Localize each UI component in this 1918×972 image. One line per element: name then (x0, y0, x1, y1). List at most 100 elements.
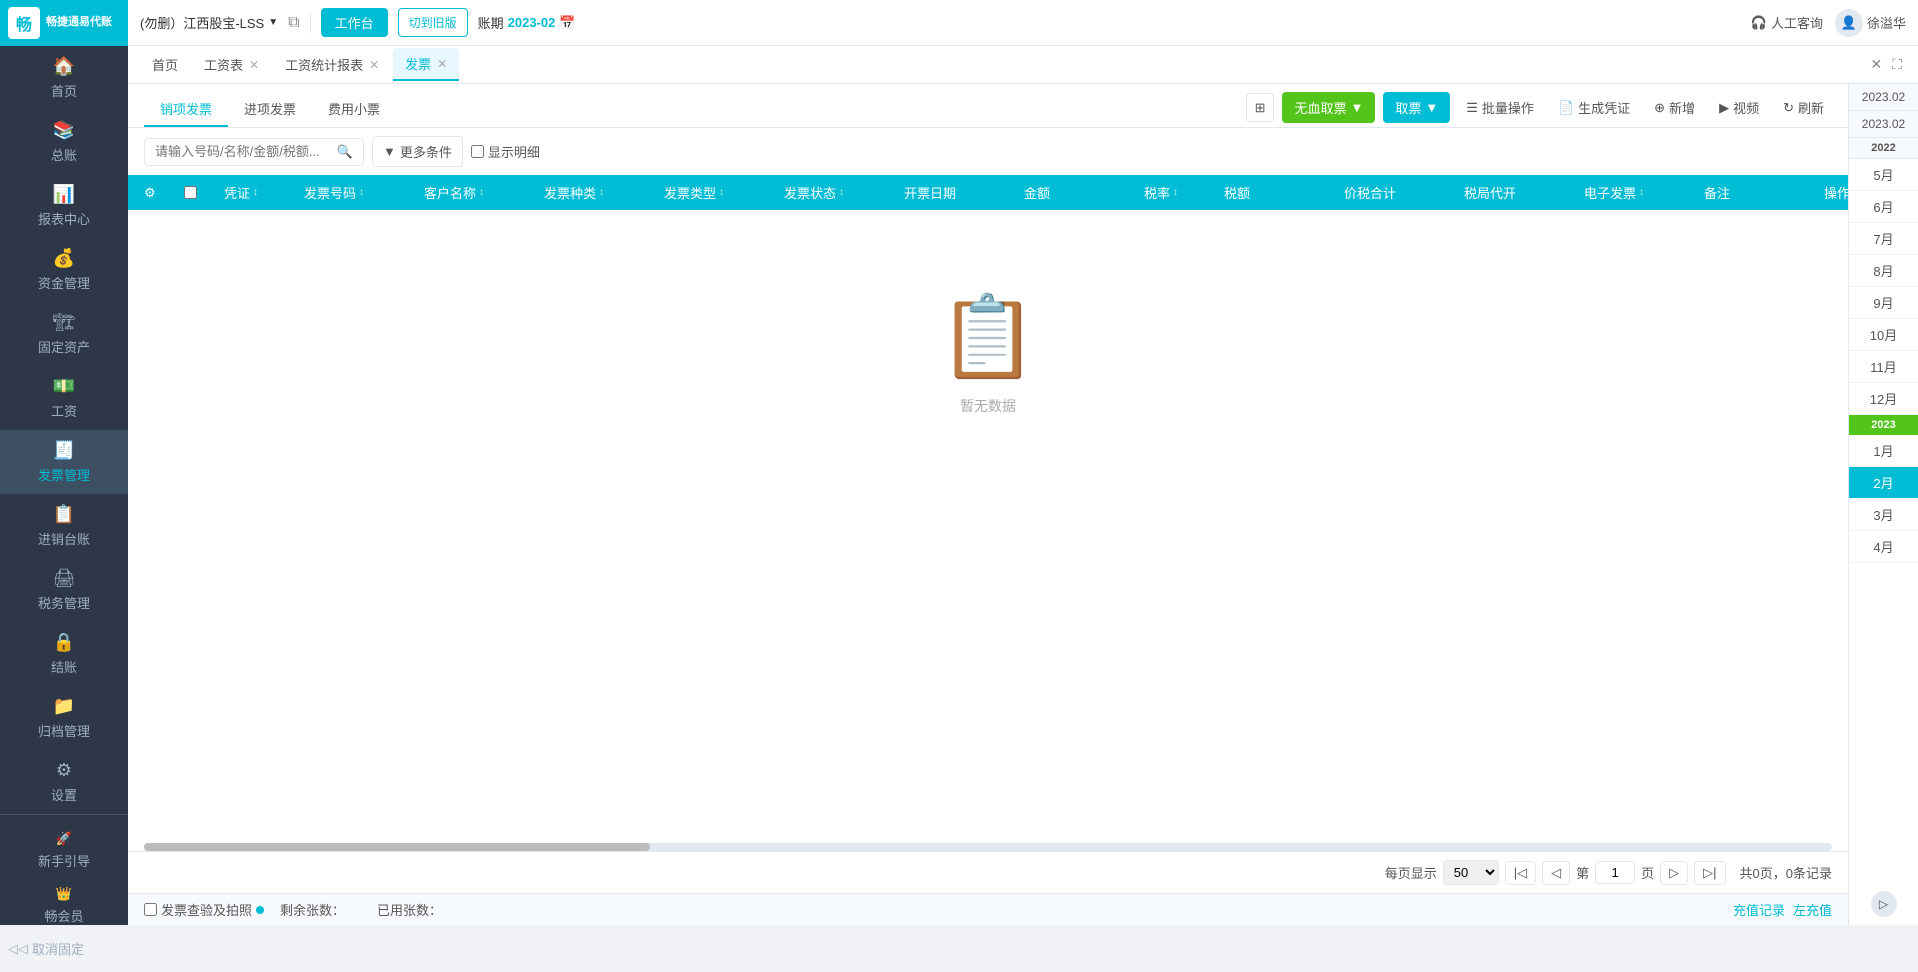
batch-ops-label: 批量操作 (1482, 98, 1534, 117)
support-link[interactable]: 🎧 人工客询 (1751, 13, 1823, 32)
sidebar-item-sales-ledger[interactable]: 📋 进销台账 (0, 494, 128, 558)
copy-icon[interactable]: ⧉ (288, 14, 299, 32)
tab-salary-label: 工资表 (204, 55, 243, 74)
used-label: 已用张数： (377, 900, 442, 919)
period-2023-1[interactable]: 1月 (1849, 435, 1918, 467)
salary-icon: 💵 (53, 376, 75, 397)
first-page-btn[interactable]: |◁ (1505, 861, 1536, 885)
tab-salary-stats[interactable]: 工资统计报表 ✕ (273, 49, 391, 80)
sidebar-item-archive[interactable]: 📁 归档管理 (0, 686, 128, 750)
col-tax-rate[interactable]: 税率 ↕ (1140, 183, 1220, 202)
period-12[interactable]: 12月 (1849, 383, 1918, 415)
table-scrollbar-thumb[interactable] (144, 843, 650, 851)
select-all-checkbox[interactable] (184, 186, 197, 199)
col-tax: 税额 (1220, 183, 1340, 202)
user-menu[interactable]: 👤 徐溢华 (1835, 9, 1906, 37)
calendar-icon[interactable]: 📅 (559, 15, 575, 31)
expand-panel-btn[interactable]: ⛶ (1888, 54, 1906, 75)
col-checkbox[interactable] (180, 186, 220, 199)
grid-view-button[interactable]: ⊞ (1246, 93, 1275, 122)
tab-salary[interactable]: 工资表 ✕ (192, 49, 271, 80)
period-2023-4[interactable]: 4月 (1849, 531, 1918, 563)
subtab-expense[interactable]: 费用小票 (312, 92, 396, 127)
sidebar-item-closing[interactable]: 🔒 结账 (0, 622, 128, 686)
period-8[interactable]: 8月 (1849, 255, 1918, 287)
col-invoice-no[interactable]: 发票号码 ↕ (300, 183, 420, 202)
tab-invoice[interactable]: 发票 ✕ (393, 48, 459, 81)
sidebar-item-settings[interactable]: ⚙ 设置 (0, 750, 128, 814)
next-page-btn[interactable]: ▷ (1660, 861, 1688, 885)
batch-ops-button[interactable]: ☰ 批量操作 (1458, 92, 1542, 123)
topup-link[interactable]: 充值记录 (1733, 900, 1785, 919)
show-detail-checkbox[interactable]: 显示明细 (471, 142, 540, 161)
subtabs: 销项发票 进项发票 费用小票 ⊞ 无血取票 ▼ (128, 84, 1848, 128)
sidebar-item-reports[interactable]: 📊 报表中心 (0, 174, 128, 238)
period-11[interactable]: 11月 (1849, 351, 1918, 383)
no-cancel-ticket-button[interactable]: 无血取票 ▼ (1282, 92, 1375, 123)
page-size-select[interactable]: 50 10 20 100 (1443, 860, 1499, 885)
sidebar-item-funds[interactable]: 💰 资金管理 (0, 238, 128, 302)
close-panel-btn[interactable]: ✕ (1866, 54, 1886, 75)
batch-ops-icon: ☰ (1466, 100, 1478, 116)
period-10[interactable]: 10月 (1849, 319, 1918, 351)
refresh-label: 刷新 (1798, 98, 1824, 117)
period-6[interactable]: 6月 (1849, 191, 1918, 223)
sidebar-item-salary[interactable]: 💵 工资 (0, 366, 128, 430)
col-settings[interactable]: ⚙ (140, 185, 180, 201)
period-5[interactable]: 5月 (1849, 159, 1918, 191)
col-open-date-label: 开票日期 (904, 183, 956, 202)
pin-toggle[interactable]: ◁◁ 取消固定 (0, 933, 128, 964)
sidebar-item-assets[interactable]: 🏗 固定资产 (0, 302, 128, 366)
search-input[interactable] (155, 144, 331, 159)
sidebar-item-guide[interactable]: 🚀 新手引导 (0, 823, 128, 878)
company-selector[interactable]: (勿删）江西股宝-LSS ▼ (140, 13, 278, 32)
tab-invoice-close[interactable]: ✕ (437, 57, 447, 71)
col-invoice-status[interactable]: 发票状态 ↕ (780, 183, 900, 202)
col-voucher[interactable]: 凭证 ↕ (220, 183, 300, 202)
subtab-purchase[interactable]: 进项发票 (228, 92, 312, 127)
right-panel-toggle[interactable]: ▷ (1871, 891, 1897, 917)
service-link[interactable]: 左充值 (1793, 900, 1832, 919)
col-invoice-status-sort-icon: ↕ (839, 187, 844, 198)
right-period-panel: 2023.02 2023.02 2022 5月 6月 7月 8月 9月 10月 … (1848, 84, 1918, 925)
page-number-input[interactable] (1595, 861, 1635, 884)
workbench-button[interactable]: 工作台 (321, 8, 388, 37)
more-conditions-button[interactable]: ▼ 更多条件 (372, 136, 463, 167)
tab-home[interactable]: 首页 (140, 49, 190, 80)
col-invoice-no-sort-icon: ↕ (359, 187, 364, 198)
refresh-button[interactable]: ↻ 刷新 (1775, 92, 1832, 123)
video-button[interactable]: ▶ 视频 (1711, 92, 1767, 123)
footer-info: 发票查验及拍照 剩余张数： 已用张数： (144, 900, 1725, 919)
sidebar-item-invoices[interactable]: 🧾 发票管理 (0, 430, 128, 494)
take-ticket-button[interactable]: 取票 ▼ (1383, 92, 1450, 123)
prev-page-btn[interactable]: ◁ (1542, 861, 1570, 885)
invoice-check-checkbox[interactable] (144, 903, 157, 916)
sidebar-item-home[interactable]: 🏠 首页 (0, 46, 128, 110)
switch-button[interactable]: 切到旧版 (398, 8, 468, 37)
tab-invoice-label: 发票 (405, 54, 431, 73)
col-e-invoice[interactable]: 电子发票 ↕ (1580, 183, 1700, 202)
invoice-check-label[interactable]: 发票查验及拍照 (144, 900, 264, 919)
sidebar-item-tax[interactable]: 🖨 税务管理 (0, 558, 128, 622)
table-scrollbar[interactable] (144, 843, 1832, 851)
col-invoice-type[interactable]: 发票种类 ↕ (540, 183, 660, 202)
filterbar: 🔍 ▼ 更多条件 显示明细 (128, 128, 1848, 175)
period-7[interactable]: 7月 (1849, 223, 1918, 255)
last-page-btn[interactable]: ▷| (1694, 861, 1725, 885)
logo-icon: 畅 (8, 7, 40, 39)
subtab-sales[interactable]: 销项发票 (144, 92, 228, 127)
period-9[interactable]: 9月 (1849, 287, 1918, 319)
period-2023-2[interactable]: 2月 (1849, 467, 1918, 499)
col-invoice-category[interactable]: 发票类型 ↕ (660, 183, 780, 202)
show-detail-check[interactable] (471, 145, 484, 158)
tab-salary-close[interactable]: ✕ (249, 58, 259, 72)
period-2023-3[interactable]: 3月 (1849, 499, 1918, 531)
tab-salary-stats-close[interactable]: ✕ (369, 58, 379, 72)
user-avatar: 👤 (1835, 9, 1863, 37)
col-customer[interactable]: 客户名称 ↕ (420, 183, 540, 202)
search-box[interactable]: 🔍 (144, 138, 364, 166)
sidebar-item-ledger[interactable]: 📚 总账 (0, 110, 128, 174)
col-voucher-sort-icon: ↕ (253, 187, 258, 198)
new-button[interactable]: ⊕ 新增 (1646, 92, 1703, 123)
gen-voucher-button[interactable]: 📄 生成凭证 (1550, 92, 1638, 123)
